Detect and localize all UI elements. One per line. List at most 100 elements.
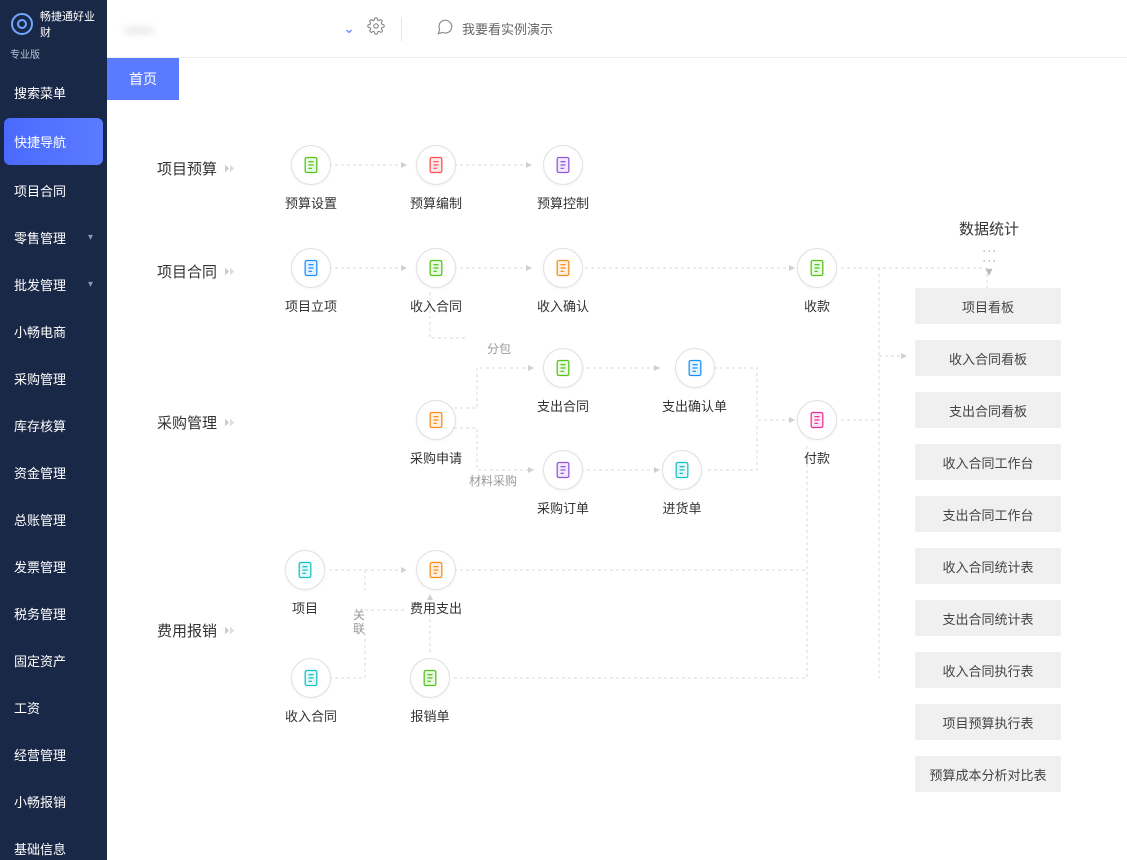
node-goods-in[interactable]: 进货单	[662, 450, 702, 517]
stats-arrow-icon: ⋮⋮▾	[982, 244, 998, 276]
stat-button-8[interactable]: 项目预算执行表	[915, 704, 1061, 740]
pay-icon	[797, 400, 837, 440]
sidebar-item-8[interactable]: 总账管理	[0, 496, 107, 543]
node-project[interactable]: 项目	[285, 550, 325, 617]
sidebar-search[interactable]: 搜索菜单	[0, 69, 107, 116]
stat-button-5[interactable]: 收入合同统计表	[915, 548, 1061, 584]
income-confirm-icon	[543, 248, 583, 288]
demo-label: 我要看实例演示	[462, 19, 553, 38]
node-label: 预算编制	[410, 193, 462, 212]
node-label: 收入合同	[285, 706, 337, 725]
node-exp-contract[interactable]: 支出合同	[537, 348, 589, 415]
stat-button-4[interactable]: 支出合同工作台	[915, 496, 1061, 532]
brand-edition: 专业版	[0, 46, 107, 69]
node-label: 收入合同	[410, 296, 462, 315]
arrow-icon	[225, 627, 235, 635]
tab-home[interactable]: 首页	[107, 58, 179, 100]
stat-button-6[interactable]: 支出合同统计表	[915, 600, 1061, 636]
arrow-icon	[225, 268, 235, 276]
chevron-down-icon: ▾	[88, 232, 93, 243]
conn-label-1: 材料采购	[469, 472, 517, 489]
node-label: 采购订单	[537, 498, 589, 517]
node-label: 预算控制	[537, 193, 589, 212]
section-label-3: 费用报销	[157, 620, 235, 641]
income-contract2-icon	[291, 658, 331, 698]
node-project-init[interactable]: 项目立项	[285, 248, 337, 315]
node-income-confirm[interactable]: 收入确认	[537, 248, 589, 315]
node-income-contract[interactable]: 收入合同	[410, 248, 462, 315]
sidebar-item-6[interactable]: 库存核算	[0, 402, 107, 449]
stat-button-7[interactable]: 收入合同执行表	[915, 652, 1061, 688]
sidebar-item-1[interactable]: 项目合同	[0, 167, 107, 214]
sidebar-item-9[interactable]: 发票管理	[0, 543, 107, 590]
node-budget-control[interactable]: 预算控制	[537, 145, 589, 212]
receive-icon	[797, 248, 837, 288]
node-expense-out[interactable]: 费用支出	[410, 550, 462, 617]
tabbar: 首页	[107, 58, 1127, 100]
org-name: ——	[125, 21, 153, 37]
node-label: 采购申请	[410, 448, 462, 467]
sidebar-item-5[interactable]: 采购管理	[0, 355, 107, 402]
sidebar-item-12[interactable]: 工资	[0, 684, 107, 731]
section-label-1: 项目合同	[157, 261, 235, 282]
project-init-icon	[291, 248, 331, 288]
sidebar-item-7[interactable]: 资金管理	[0, 449, 107, 496]
flow-diagram: 项目预算项目合同采购管理费用报销 预算设置预算编制预算控制项目立项收入合同收入确…	[107, 100, 1127, 860]
node-po-order[interactable]: 采购订单	[537, 450, 589, 517]
node-budget-edit[interactable]: 预算编制	[410, 145, 462, 212]
demo-link[interactable]: 我要看实例演示	[436, 18, 553, 39]
stats-title: 数据统计	[959, 218, 1019, 239]
node-budget-setup[interactable]: 预算设置	[285, 145, 337, 212]
sidebar-item-13[interactable]: 经营管理	[0, 731, 107, 778]
income-contract-icon	[416, 248, 456, 288]
sidebar-item-10[interactable]: 税务管理	[0, 590, 107, 637]
stat-button-1[interactable]: 收入合同看板	[915, 340, 1061, 376]
node-pay[interactable]: 付款	[797, 400, 837, 467]
po-request-icon	[416, 400, 456, 440]
budget-control-icon	[543, 145, 583, 185]
sidebar-item-14[interactable]: 小畅报销	[0, 778, 107, 825]
node-label: 项目立项	[285, 296, 337, 315]
po-order-icon	[543, 450, 583, 490]
node-receive[interactable]: 收款	[797, 248, 837, 315]
brand-name: 畅捷通好业财	[40, 8, 97, 40]
budget-setup-icon	[291, 145, 331, 185]
chevron-down-icon: ▾	[88, 279, 93, 290]
goods-in-icon	[662, 450, 702, 490]
sidebar-item-15[interactable]: 基础信息	[0, 825, 107, 860]
chevron-down-icon: ⌄	[343, 20, 355, 37]
node-label: 支出合同	[537, 396, 589, 415]
sidebar-item-3[interactable]: 批发管理▾	[0, 261, 107, 308]
expense-out-icon	[416, 550, 456, 590]
node-label: 项目	[292, 598, 318, 617]
sidebar-item-2[interactable]: 零售管理▾	[0, 214, 107, 261]
budget-edit-icon	[416, 145, 456, 185]
sidebar-item-0[interactable]: 快捷导航	[4, 118, 103, 165]
sidebar-item-11[interactable]: 固定资产	[0, 637, 107, 684]
comment-icon	[436, 18, 454, 39]
section-label-0: 项目预算	[157, 158, 235, 179]
settings-icon[interactable]	[367, 17, 385, 40]
node-label: 预算设置	[285, 193, 337, 212]
sidebar: 畅捷通好业财 专业版 搜索菜单 快捷导航项目合同零售管理▾批发管理▾小畅电商采购…	[0, 0, 107, 860]
stat-button-0[interactable]: 项目看板	[915, 288, 1061, 324]
node-po-request[interactable]: 采购申请	[410, 400, 462, 467]
logo-icon	[10, 12, 34, 36]
org-selector[interactable]: —— ⌄	[125, 20, 355, 37]
node-reimburse[interactable]: 报销单	[410, 658, 450, 725]
sidebar-item-4[interactable]: 小畅电商	[0, 308, 107, 355]
main-canvas: 项目预算项目合同采购管理费用报销 预算设置预算编制预算控制项目立项收入合同收入确…	[107, 100, 1127, 860]
exp-contract-icon	[543, 348, 583, 388]
brand-logo: 畅捷通好业财	[0, 0, 107, 46]
header: —— ⌄ 我要看实例演示	[107, 0, 1127, 58]
stat-button-2[interactable]: 支出合同看板	[915, 392, 1061, 428]
node-exp-confirm[interactable]: 支出确认单	[662, 348, 727, 415]
node-label: 报销单	[410, 706, 449, 725]
stat-button-9[interactable]: 预算成本分析对比表	[915, 756, 1061, 792]
node-label: 支出确认单	[662, 396, 727, 415]
node-label: 费用支出	[410, 598, 462, 617]
stat-button-3[interactable]: 收入合同工作台	[915, 444, 1061, 480]
exp-confirm-icon	[675, 348, 715, 388]
node-income-contract2[interactable]: 收入合同	[285, 658, 337, 725]
project-icon	[285, 550, 325, 590]
